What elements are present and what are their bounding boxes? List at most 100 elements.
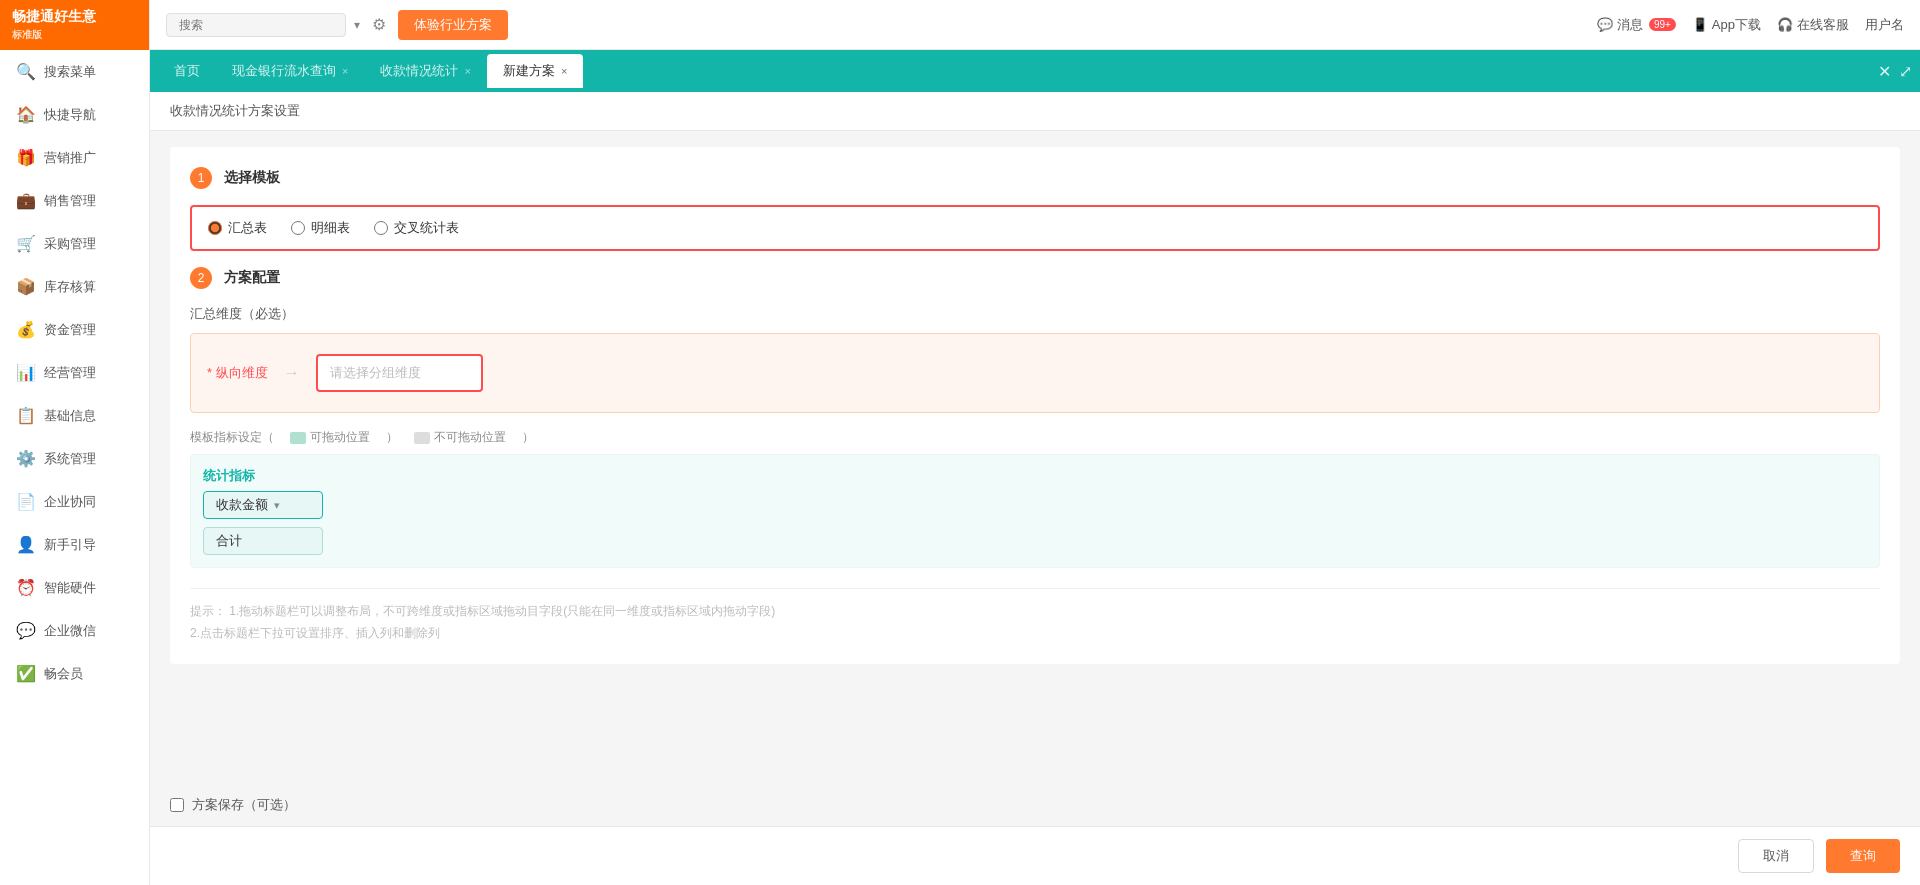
content-body: 1 选择模板 汇总表 明细表 交叉统计表 (150, 131, 1920, 784)
vertical-dim-label: * 纵向维度 (207, 364, 268, 382)
sidebar-item-label: 销售管理 (44, 192, 96, 210)
tab-receipt-stats-close[interactable]: × (464, 65, 470, 77)
sidebar-item-enterprise-coop[interactable]: 📄 企业协同 (0, 480, 149, 523)
basic-info-icon: 📋 (16, 406, 36, 425)
sidebar-item-label: 采购管理 (44, 235, 96, 253)
topbar-right: 💬 消息 99+ 📱 App下载 🎧 在线客服 用户名 (1597, 16, 1904, 34)
tabbar: 首页 现金银行流水查询 × 收款情况统计 × 新建方案 × ✕ ⤢ (150, 50, 1920, 92)
metric-subtag-label: 合计 (216, 532, 242, 550)
download-icon: 📱 (1692, 17, 1708, 32)
member-icon: ✅ (16, 664, 36, 683)
page-title: 收款情况统计方案设置 (170, 103, 300, 118)
dimension-placeholder: 请选择分组维度 (330, 365, 421, 380)
tab-maximize-icon[interactable]: ⤢ (1899, 62, 1912, 81)
message-badge: 99+ (1649, 18, 1676, 31)
draggable-legend-box (290, 432, 306, 444)
dimension-section-title: 汇总维度（必选） (190, 305, 1880, 323)
non-draggable-close: ） (522, 429, 534, 446)
sidebar-item-beginner-guide[interactable]: 👤 新手引导 (0, 523, 149, 566)
tab-receipt-stats[interactable]: 收款情况统计 × (364, 54, 486, 88)
sidebar-item-label: 企业微信 (44, 622, 96, 640)
radio-summary-input[interactable] (208, 221, 222, 235)
service-btn[interactable]: 🎧 在线客服 (1777, 16, 1849, 34)
sidebar-item-system[interactable]: ⚙️ 系统管理 (0, 437, 149, 480)
smart-hardware-icon: ⏰ (16, 578, 36, 597)
tab-new-plan-close[interactable]: × (561, 65, 567, 77)
bottom-bar: 取消 查询 (150, 826, 1920, 885)
download-label: App下载 (1712, 16, 1761, 34)
message-btn[interactable]: 💬 消息 99+ (1597, 16, 1676, 34)
radio-summary[interactable]: 汇总表 (208, 219, 267, 237)
template-selection: 汇总表 明细表 交叉统计表 (190, 205, 1880, 251)
tab-bank-flow[interactable]: 现金银行流水查询 × (216, 54, 364, 88)
beginner-guide-icon: 👤 (16, 535, 36, 554)
legend-row: 模板指标设定（ 可拖动位置 ） 不可拖动位置 ） (190, 429, 1880, 446)
tab-home-label: 首页 (174, 62, 200, 80)
non-draggable-legend: 不可拖动位置 (414, 429, 506, 446)
sidebar-item-label: 资金管理 (44, 321, 96, 339)
user-menu[interactable]: 用户名 (1865, 16, 1904, 34)
search-menu-icon: 🔍 (16, 62, 36, 81)
industry-btn[interactable]: 体验行业方案 (398, 10, 508, 40)
sidebar-item-label: 快捷导航 (44, 106, 96, 124)
radio-cross[interactable]: 交叉统计表 (374, 219, 459, 237)
sidebar-logo: 畅捷通好生意 标准版 (0, 0, 149, 50)
metric-dropdown-icon: ▾ (274, 499, 280, 512)
quick-nav-icon: 🏠 (16, 105, 36, 124)
service-icon: 🎧 (1777, 17, 1793, 32)
download-btn[interactable]: 📱 App下载 (1692, 16, 1761, 34)
sidebar-item-sales[interactable]: 💼 销售管理 (0, 179, 149, 222)
sidebar-item-finance[interactable]: 💰 资金管理 (0, 308, 149, 351)
tab-new-plan-label: 新建方案 (503, 62, 555, 80)
query-button[interactable]: 查询 (1826, 839, 1900, 873)
enterprise-wechat-icon: 💬 (16, 621, 36, 640)
sidebar-item-marketing[interactable]: 🎁 营销推广 (0, 136, 149, 179)
tab-bank-flow-close[interactable]: × (342, 65, 348, 77)
sidebar-item-label: 企业协同 (44, 493, 96, 511)
dimension-selector[interactable]: 请选择分组维度 (316, 354, 483, 392)
tab-new-plan[interactable]: 新建方案 × (487, 54, 583, 88)
system-icon: ⚙️ (16, 449, 36, 468)
tab-bank-flow-label: 现金银行流水查询 (232, 62, 336, 80)
sidebar-item-label: 系统管理 (44, 450, 96, 468)
topbar-dropdown-icon[interactable]: ▾ (354, 18, 360, 32)
sidebar-item-member[interactable]: ✅ 畅会员 (0, 652, 149, 695)
save-plan-checkbox[interactable] (170, 798, 184, 812)
cancel-button[interactable]: 取消 (1738, 839, 1814, 873)
sidebar-item-inventory[interactable]: 📦 库存核算 (0, 265, 149, 308)
sidebar-item-label: 经营管理 (44, 364, 96, 382)
search-input[interactable] (166, 13, 346, 37)
sidebar-item-label: 新手引导 (44, 536, 96, 554)
config-section: 汇总维度（必选） * 纵向维度 → 请选择分组维度 模板指标设定（ (190, 305, 1880, 644)
sidebar-item-basic-info[interactable]: 📋 基础信息 (0, 394, 149, 437)
tab-close-all-icon[interactable]: ✕ (1878, 62, 1891, 81)
step2-row: 2 方案配置 (190, 267, 1880, 289)
sidebar-item-label: 畅会员 (44, 665, 83, 683)
metric-tag-revenue-label: 收款金额 (216, 496, 268, 514)
purchase-icon: 🛒 (16, 234, 36, 253)
topbar: ▾ ⚙ 体验行业方案 💬 消息 99+ 📱 App下载 🎧 在线客服 用户名 (150, 0, 1920, 50)
radio-detail[interactable]: 明细表 (291, 219, 350, 237)
sidebar-item-label: 营销推广 (44, 149, 96, 167)
step1-title: 选择模板 (224, 169, 280, 187)
sidebar-item-enterprise-wechat[interactable]: 💬 企业微信 (0, 609, 149, 652)
sidebar: 畅捷通好生意 标准版 🔍 搜索菜单 🏠 快捷导航 🎁 营销推广 💼 销售管理 🛒… (0, 0, 150, 885)
settings-icon[interactable]: ⚙ (372, 15, 386, 34)
finance-icon: 💰 (16, 320, 36, 339)
radio-cross-input[interactable] (374, 221, 388, 235)
content-area: 收款情况统计方案设置 1 选择模板 汇总表 明细表 (150, 92, 1920, 885)
tab-home[interactable]: 首页 (158, 54, 216, 88)
tabbar-actions: ✕ ⤢ (1878, 62, 1912, 81)
service-label: 在线客服 (1797, 16, 1849, 34)
sidebar-item-label: 库存核算 (44, 278, 96, 296)
sidebar-item-smart-hardware[interactable]: ⏰ 智能硬件 (0, 566, 149, 609)
metric-tag-revenue[interactable]: 收款金额 ▾ (203, 491, 323, 519)
metrics-hint-label: 模板指标设定（ (190, 429, 274, 446)
sidebar-item-operations[interactable]: 📊 经营管理 (0, 351, 149, 394)
sidebar-item-quick-nav[interactable]: 🏠 快捷导航 (0, 93, 149, 136)
draggable-legend: 可拖动位置 (290, 429, 370, 446)
radio-detail-input[interactable] (291, 221, 305, 235)
sidebar-item-purchase[interactable]: 🛒 采购管理 (0, 222, 149, 265)
sidebar-item-search-menu[interactable]: 🔍 搜索菜单 (0, 50, 149, 93)
sales-icon: 💼 (16, 191, 36, 210)
